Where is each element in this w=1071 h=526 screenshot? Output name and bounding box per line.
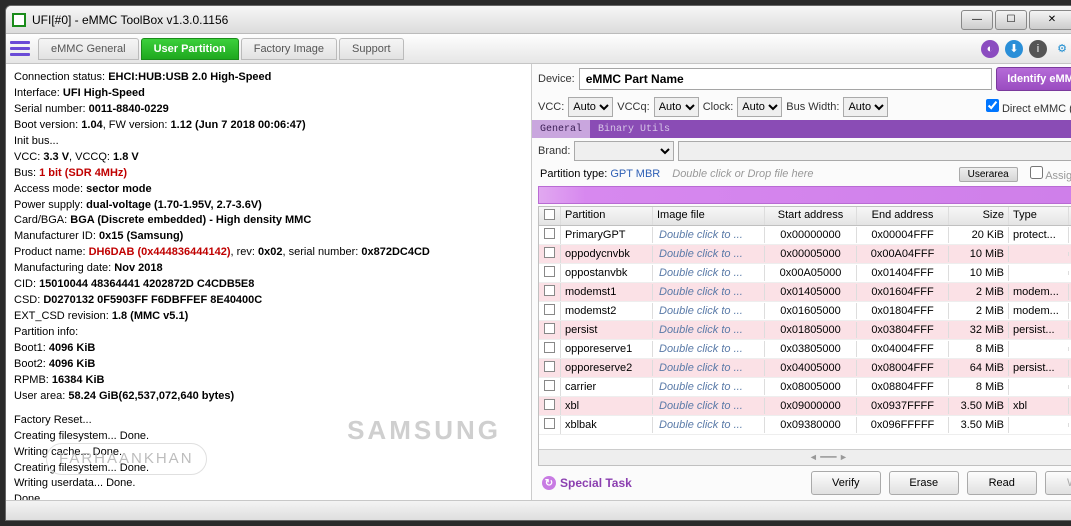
row-checkbox[interactable] [544, 304, 555, 315]
special-task-link[interactable]: ↻ Special Task [542, 476, 632, 490]
tab-emmc-general[interactable]: eMMC General [38, 38, 139, 60]
table-row[interactable]: opporeserve1 Double click to ... 0x03805… [539, 340, 1071, 359]
assign-images-checkbox[interactable]: Assign images [1030, 166, 1071, 182]
minimize-button[interactable]: — [961, 10, 993, 30]
device-input[interactable] [579, 68, 993, 90]
table-row[interactable]: xblbak Double click to ... 0x09380000 0x… [539, 416, 1071, 435]
table-row[interactable]: modemst1 Double click to ... 0x01405000 … [539, 283, 1071, 302]
log-panel: Connection status: EHCI:HUB:USB 2.0 High… [6, 64, 531, 500]
tab-factory-image[interactable]: Factory Image [241, 38, 337, 60]
table-row[interactable]: opporeserve2 Double click to ... 0x04005… [539, 359, 1071, 378]
main-content: Connection status: EHCI:HUB:USB 2.0 High… [6, 64, 1071, 500]
row-checkbox[interactable] [544, 228, 555, 239]
titlebar: UFI[#0] - eMMC ToolBox v1.3.0.1156 — ☐ ✕ [6, 6, 1071, 34]
app-window: UFI[#0] - eMMC ToolBox v1.3.0.1156 — ☐ ✕… [5, 5, 1071, 521]
userarea-button[interactable]: Userarea [959, 167, 1018, 182]
row-checkbox[interactable] [544, 418, 555, 429]
subtab-general[interactable]: General [532, 120, 590, 138]
partition-table: Partition Image file Start address End a… [538, 206, 1071, 466]
buswidth-select[interactable]: Auto [843, 97, 888, 117]
table-row[interactable]: xbl Double click to ... 0x09000000 0x093… [539, 397, 1071, 416]
partition-map-bar[interactable] [538, 186, 1071, 204]
table-row[interactable]: oppodycnvbk Double click to ... 0x000050… [539, 245, 1071, 264]
menu-icon[interactable] [10, 40, 30, 58]
table-row[interactable]: PrimaryGPT Double click to ... 0x0000000… [539, 226, 1071, 245]
subtab-binary-utils[interactable]: Binary Utils [590, 120, 678, 138]
toolbar: eMMC General User Partition Factory Imag… [6, 34, 1071, 64]
write-button[interactable]: Write [1045, 471, 1071, 495]
row-checkbox[interactable] [544, 323, 555, 334]
subtabs: General Binary Utils [532, 120, 1071, 138]
special-icon: ↻ [542, 476, 556, 490]
download-icon[interactable]: ⬇ [1005, 40, 1023, 58]
table-row[interactable]: persist Double click to ... 0x01805000 0… [539, 321, 1071, 340]
device-label: Device: [538, 73, 575, 85]
table-row[interactable]: carrier Double click to ... 0x08005000 0… [539, 378, 1071, 397]
row-checkbox[interactable] [544, 285, 555, 296]
row-checkbox[interactable] [544, 399, 555, 410]
tab-support[interactable]: Support [339, 38, 404, 60]
window-title: UFI[#0] - eMMC ToolBox v1.3.0.1156 [32, 13, 228, 27]
statusbar [6, 500, 1071, 520]
tab-user-partition[interactable]: User Partition [141, 38, 239, 60]
table-header: Partition Image file Start address End a… [539, 207, 1071, 226]
right-panel: Device: Identify eMMC TP VCC: Auto VCCq:… [531, 64, 1071, 500]
identify-button[interactable]: Identify eMMC [996, 67, 1071, 91]
vccq-select[interactable]: Auto [654, 97, 699, 117]
row-checkbox[interactable] [544, 247, 555, 258]
checkbox-all[interactable] [544, 209, 555, 220]
vcc-select[interactable]: Auto [568, 97, 613, 117]
brand-select[interactable] [574, 141, 674, 161]
table-row[interactable]: modemst2 Double click to ... 0x01605000 … [539, 302, 1071, 321]
verify-button[interactable]: Verify [811, 471, 881, 495]
table-row[interactable]: oppostanvbk Double click to ... 0x00A050… [539, 264, 1071, 283]
samsung-logo: SAMSUNG [347, 412, 501, 450]
read-button[interactable]: Read [967, 471, 1037, 495]
table-body[interactable]: PrimaryGPT Double click to ... 0x0000000… [539, 226, 1071, 449]
info-icon[interactable]: i [1029, 40, 1047, 58]
globe-icon[interactable]: ◐ [981, 40, 999, 58]
row-checkbox[interactable] [544, 380, 555, 391]
row-checkbox[interactable] [544, 266, 555, 277]
drop-area[interactable]: Double click or Drop file here [672, 168, 946, 180]
direct-emmc-checkbox[interactable]: Direct eMMC (ISP) [986, 99, 1071, 115]
model-select[interactable] [678, 141, 1071, 161]
gear-icon[interactable]: ⚙ [1053, 40, 1071, 58]
partition-type[interactable]: GPT MBR [610, 168, 660, 180]
horizontal-scrollbar[interactable]: ◄ ━━━ ► [539, 449, 1071, 465]
watermark: FARHAANKHAN [46, 443, 207, 475]
maximize-button[interactable]: ☐ [995, 10, 1027, 30]
row-checkbox[interactable] [544, 342, 555, 353]
footer: ↻ Special Task Verify Erase Read Write [532, 466, 1071, 500]
row-checkbox[interactable] [544, 361, 555, 372]
app-icon [12, 13, 26, 27]
erase-button[interactable]: Erase [889, 471, 959, 495]
close-button[interactable]: ✕ [1029, 10, 1071, 30]
clock-select[interactable]: Auto [737, 97, 782, 117]
